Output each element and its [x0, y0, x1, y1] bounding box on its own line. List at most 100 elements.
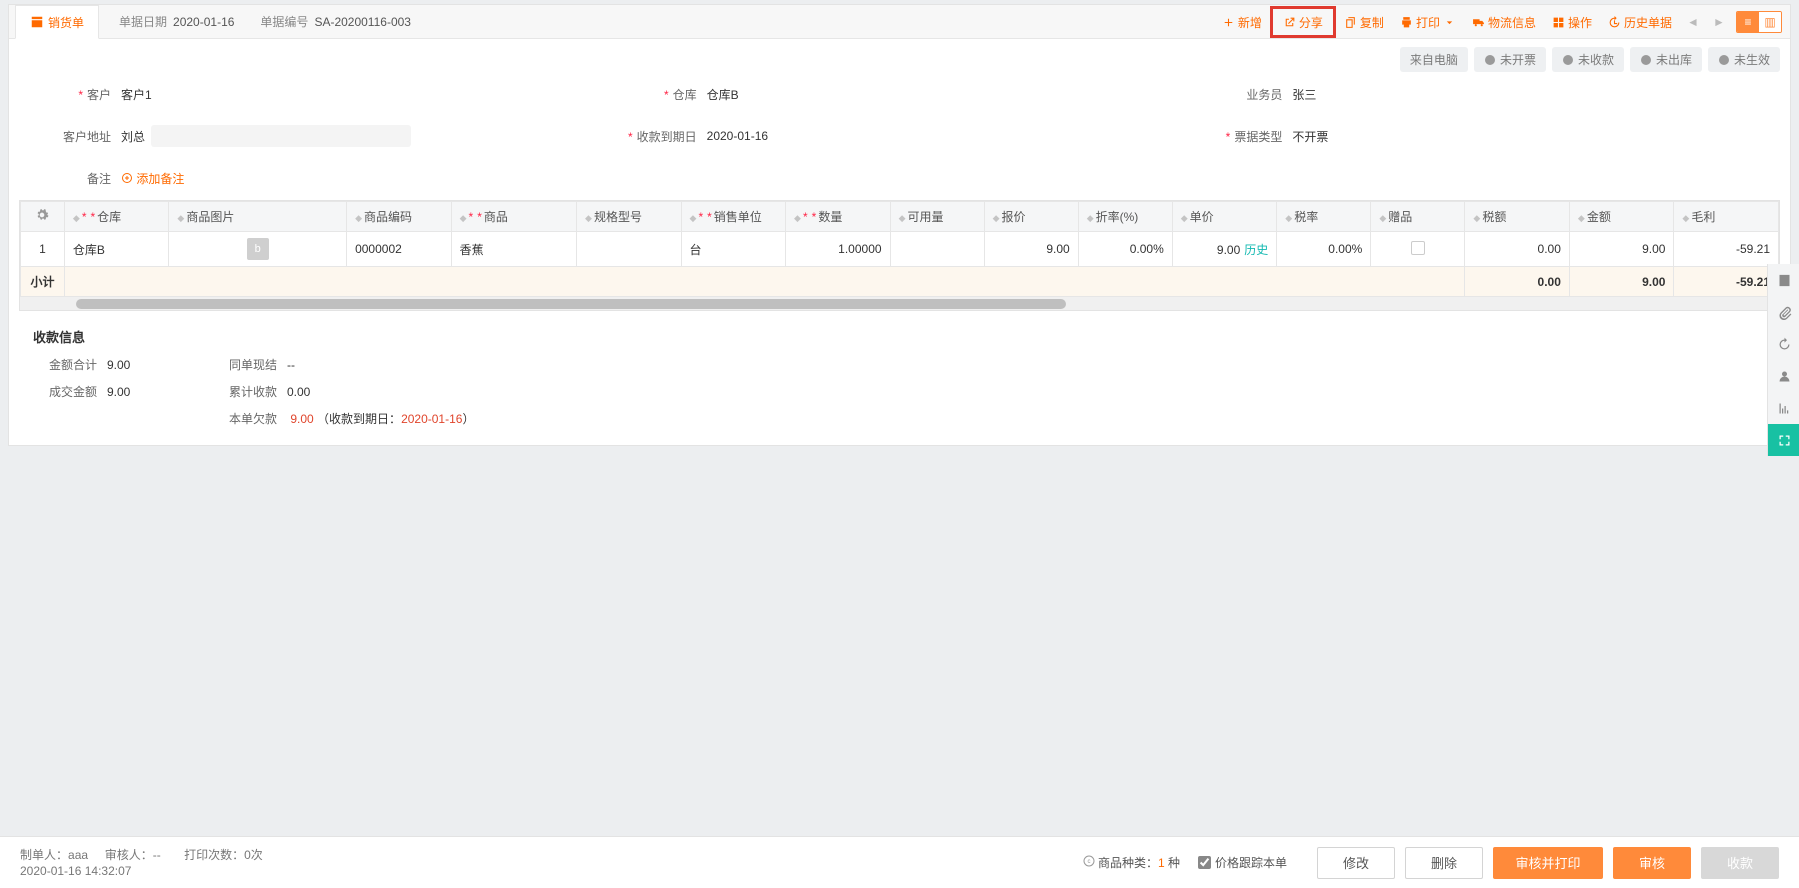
status-unpaid[interactable]: 未收款 — [1552, 47, 1624, 72]
cell-avail — [890, 232, 984, 267]
add-remark-link[interactable]: 添加备注 — [121, 170, 184, 187]
rail-expand-icon[interactable] — [1768, 424, 1799, 456]
history-label: 历史单据 — [1624, 14, 1672, 31]
gear-icon — [35, 208, 49, 222]
cell-gift[interactable] — [1371, 232, 1465, 267]
ops-button[interactable]: 操作 — [1544, 9, 1600, 35]
rail-user-icon[interactable] — [1768, 360, 1799, 392]
footer-bar: 制单人：aaa 审核人：-- 打印次数：0次 2020-01-16 14:32:… — [0, 836, 1799, 888]
price-follow-input[interactable] — [1198, 856, 1211, 869]
salesman-value[interactable]: 张三 — [1292, 86, 1316, 103]
col-tax[interactable]: ◆税率 — [1277, 202, 1371, 232]
auditor-label: 审核人： — [105, 848, 153, 862]
cell-qty[interactable]: 1.00000 — [786, 232, 891, 267]
gift-checkbox[interactable] — [1411, 241, 1425, 255]
history-button[interactable]: 历史单据 — [1600, 9, 1680, 35]
cell-image[interactable]: b — [169, 232, 347, 267]
view-card-icon[interactable]: ▥ — [1759, 12, 1781, 32]
col-discount[interactable]: ◆折率(%) — [1078, 202, 1172, 232]
receipt-button[interactable]: 收款 — [1701, 847, 1779, 879]
cell-spec[interactable] — [577, 232, 682, 267]
tab-sales-order[interactable]: 销货单 — [15, 5, 99, 39]
rail-attachment-icon[interactable] — [1768, 296, 1799, 328]
delete-button[interactable]: 删除 — [1405, 847, 1483, 879]
table-h-scrollbar[interactable] — [19, 297, 1780, 311]
info-icon — [1562, 54, 1574, 66]
col-qty[interactable]: ◆*数量 — [786, 202, 891, 232]
due-value[interactable]: 2020-01-16 — [707, 129, 768, 143]
col-spec[interactable]: ◆规格型号 — [577, 202, 682, 232]
status-inactive[interactable]: 未生效 — [1708, 47, 1780, 72]
cell-unit[interactable]: 台 — [681, 232, 786, 267]
subtotal-taxamt: 0.00 — [1465, 267, 1570, 297]
cell-discount[interactable]: 0.00% — [1078, 232, 1172, 267]
edit-button[interactable]: 修改 — [1317, 847, 1395, 879]
subtotal-row: 小计 0.00 9.00 -59.21 — [21, 267, 1779, 297]
side-rail — [1767, 264, 1799, 456]
addr-value[interactable]: 刘总 — [121, 128, 145, 145]
doc-date-value: 2020-01-16 — [173, 15, 234, 29]
next-record-button[interactable]: ► — [1706, 15, 1732, 29]
col-profit[interactable]: ◆毛利 — [1674, 202, 1779, 232]
copy-label: 复制 — [1360, 14, 1384, 31]
tab-label: 销货单 — [48, 14, 84, 31]
table-header-row: ◆*仓库 ◆商品图片 ◆商品编码 ◆*商品 ◆规格型号 ◆*销售单位 ◆*数量 … — [21, 202, 1779, 232]
footer-mid: c 商品种类：1 种 价格跟踪本单 — [1083, 854, 1287, 871]
status-unout[interactable]: 未出库 — [1630, 47, 1702, 72]
header-meta: 单据日期 2020-01-16 单据编号 SA-20200116-003 — [119, 13, 411, 30]
customer-value[interactable]: 客户1 — [121, 86, 152, 103]
scrollbar-thumb[interactable] — [76, 299, 1066, 309]
cell-code[interactable]: 0000002 — [347, 232, 452, 267]
price-follow-checkbox[interactable]: 价格跟踪本单 — [1198, 854, 1287, 871]
payment-title: 收款信息 — [33, 327, 1766, 346]
rail-refresh-icon[interactable] — [1768, 328, 1799, 360]
copyright-icon: c — [1083, 855, 1095, 867]
audit-button[interactable]: 审核 — [1613, 847, 1691, 879]
status-uninvoiced[interactable]: 未开票 — [1474, 47, 1546, 72]
rail-chart-icon[interactable] — [1768, 392, 1799, 424]
col-warehouse[interactable]: ◆*仓库 — [64, 202, 169, 232]
col-amount[interactable]: ◆金额 — [1569, 202, 1674, 232]
audit-print-button[interactable]: 审核并打印 — [1493, 847, 1603, 879]
col-code[interactable]: ◆商品编码 — [347, 202, 452, 232]
logistics-button[interactable]: 物流信息 — [1464, 9, 1544, 35]
cell-warehouse[interactable]: 仓库B — [64, 232, 169, 267]
info-icon — [1484, 54, 1496, 66]
share-button[interactable]: 分享 — [1275, 9, 1331, 35]
warehouse-value[interactable]: 仓库B — [707, 86, 739, 103]
col-product[interactable]: ◆*商品 — [451, 202, 576, 232]
invoice-value[interactable]: 不开票 — [1292, 128, 1328, 145]
cell-quote[interactable]: 9.00 — [984, 232, 1078, 267]
col-gift[interactable]: ◆赠品 — [1371, 202, 1465, 232]
col-avail[interactable]: ◆可用量 — [890, 202, 984, 232]
prev-record-button[interactable]: ◄ — [1680, 15, 1706, 29]
new-button[interactable]: 新增 — [1214, 9, 1270, 35]
col-unit[interactable]: ◆*销售单位 — [681, 202, 786, 232]
print-button[interactable]: 打印 — [1392, 9, 1464, 35]
copy-button[interactable]: 复制 — [1336, 9, 1392, 35]
view-list-icon[interactable]: ≡ — [1737, 12, 1759, 32]
view-toggle[interactable]: ≡ ▥ — [1736, 11, 1782, 33]
col-image[interactable]: ◆商品图片 — [169, 202, 347, 232]
payment-section: 收款信息 金额合计9.00 同单现结-- 成交金额9.00 累计收款0.00 本… — [9, 319, 1790, 445]
form-grid: 客户客户1 仓库仓库B 业务员张三 客户地址刘总 收款到期日2020-01-16… — [9, 76, 1790, 200]
owe-note-b: ） — [462, 412, 474, 426]
svg-text:c: c — [1087, 859, 1090, 865]
table-row[interactable]: 1 仓库B b 0000002 香蕉 台 1.00000 9.00 0.00% … — [21, 232, 1779, 267]
cell-product[interactable]: 香蕉 — [451, 232, 576, 267]
rail-note-icon[interactable] — [1768, 264, 1799, 296]
footer-buttons: 修改 删除 审核并打印 审核 收款 — [1317, 847, 1779, 879]
addr-label: 客户地址 — [33, 128, 111, 145]
subtotal-amount: 9.00 — [1569, 267, 1674, 297]
col-taxamt[interactable]: ◆税额 — [1465, 202, 1570, 232]
plus-circle-icon — [121, 172, 133, 184]
price-history-link[interactable]: 历史 — [1244, 243, 1268, 257]
col-price[interactable]: ◆单价 — [1172, 202, 1277, 232]
salesman-label: 业务员 — [1204, 86, 1282, 103]
owe-note-a: （收款到期日： — [317, 412, 401, 426]
cell-price[interactable]: 9.00历史 — [1172, 232, 1277, 267]
grid-icon — [1552, 16, 1565, 29]
col-quote[interactable]: ◆报价 — [984, 202, 1078, 232]
col-gear[interactable] — [21, 202, 65, 232]
cell-tax[interactable]: 0.00% — [1277, 232, 1371, 267]
